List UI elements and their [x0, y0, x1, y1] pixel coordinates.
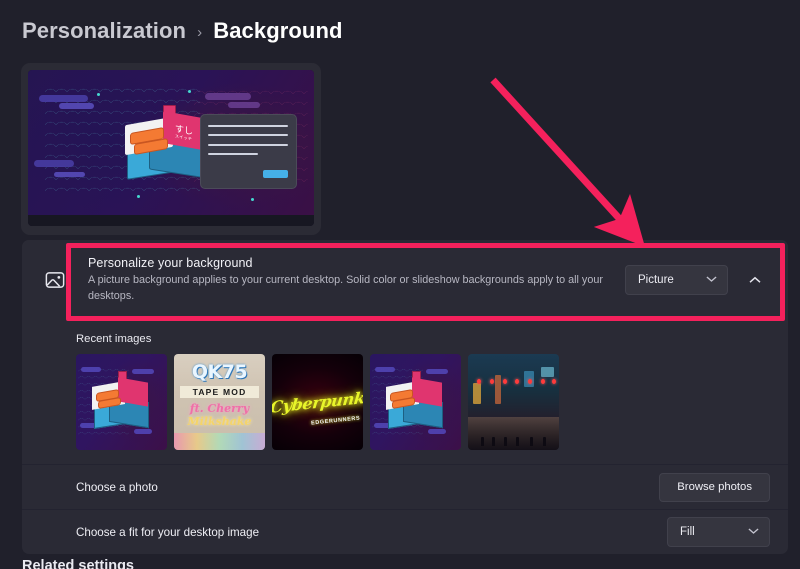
- choose-fit-row: Choose a fit for your desktop image Fill: [22, 509, 788, 554]
- cyberpunk-subtitle: EDGERUNNERS: [310, 415, 361, 427]
- lantern: [489, 378, 494, 384]
- personalize-background-row[interactable]: Personalize your background A picture ba…: [22, 240, 788, 320]
- thumbnail-cyberpunk[interactable]: Cyberpunk EDGERUNNERS: [272, 354, 363, 450]
- cyberpunk-title: Cyberpunk: [272, 387, 363, 417]
- choose-photo-row: Choose a photo Browse photos: [22, 464, 788, 509]
- qk75-color-stripe: [174, 432, 265, 450]
- lantern: [502, 378, 507, 384]
- wallpaper-cloud: [39, 94, 89, 102]
- wallpaper-cloud: [228, 101, 260, 108]
- preview-mock-window: [199, 113, 297, 189]
- city-person: [480, 437, 484, 446]
- preview-wallpaper: すし スイッチ: [28, 70, 314, 215]
- city-person: [516, 437, 520, 446]
- collapse-section-button[interactable]: [740, 265, 770, 295]
- city-street: [468, 417, 559, 450]
- picture-icon: [40, 265, 70, 295]
- thumb-keycap-art: [386, 371, 444, 431]
- lantern: [551, 378, 556, 384]
- annotation-arrow-icon: [490, 77, 645, 247]
- qk75-caption-line1: ft. Cherry: [189, 402, 250, 415]
- preview-screen: すし スイッチ: [28, 70, 314, 226]
- thumb-keycap-art: [92, 371, 150, 431]
- recent-images-row: Recent images QK75 TAPE MOD ft. Cherry M…: [22, 320, 788, 464]
- keycap-lid-right: [411, 376, 443, 407]
- city-person: [504, 437, 508, 446]
- breadcrumb-parent-link[interactable]: Personalization: [22, 18, 186, 44]
- city-sign: [473, 382, 481, 404]
- background-type-dropdown[interactable]: Picture: [625, 265, 728, 295]
- wallpaper-dot: [251, 197, 255, 201]
- lantern: [528, 378, 533, 384]
- personalize-description: A picture background applies to your cur…: [88, 274, 603, 302]
- wallpaper-cloud: [33, 159, 74, 168]
- mock-text-line: [208, 124, 289, 127]
- thumbnail-sushi-keycap-2[interactable]: [370, 354, 461, 450]
- background-type-value: Picture: [638, 274, 674, 286]
- personalize-title: Personalize your background: [88, 256, 253, 271]
- city-person: [542, 437, 546, 446]
- related-settings-heading: Related settings: [22, 558, 134, 569]
- lantern: [515, 378, 520, 384]
- thumbnail-neon-city[interactable]: [468, 354, 559, 450]
- wallpaper-sushi-keycap: すし スイッチ: [125, 104, 211, 180]
- thumbnail-qk75-tape-mod[interactable]: QK75 TAPE MOD ft. Cherry Milkshake: [174, 354, 265, 450]
- mock-text-line: [208, 134, 289, 137]
- wallpaper-dot: [136, 194, 140, 198]
- desktop-preview: すし スイッチ: [21, 63, 321, 235]
- mock-text-line: [208, 153, 258, 156]
- qk75-subtitle: TAPE MOD: [180, 386, 259, 398]
- preview-taskbar: [28, 215, 314, 226]
- recent-images-strip: QK75 TAPE MOD ft. Cherry Milkshake Cyber…: [76, 354, 770, 450]
- background-settings-card: Personalize your background A picture ba…: [22, 240, 788, 554]
- personalize-text-block: Personalize your background A picture ba…: [88, 256, 625, 304]
- thumbnail-sushi-keycap-1[interactable]: [76, 354, 167, 450]
- desktop-image-fit-dropdown[interactable]: Fill: [667, 517, 770, 547]
- chevron-down-icon: [748, 527, 759, 537]
- wallpaper-dot: [96, 93, 100, 97]
- keycap-lid-right: [117, 376, 149, 407]
- page-title: Background: [213, 18, 343, 43]
- choose-photo-label: Choose a photo: [76, 480, 158, 494]
- lantern: [540, 378, 545, 384]
- desktop-image-fit-value: Fill: [680, 526, 695, 538]
- mock-primary-button: [263, 169, 289, 179]
- city-person: [529, 437, 533, 446]
- qk75-title: QK75: [191, 361, 248, 383]
- wallpaper-cloud: [59, 103, 94, 110]
- city-person: [491, 437, 495, 446]
- chevron-down-icon: [706, 275, 717, 285]
- city-sign: [540, 367, 554, 378]
- qk75-caption-line2: Milkshake: [187, 414, 252, 428]
- browse-photos-button[interactable]: Browse photos: [659, 472, 770, 502]
- wallpaper-cloud: [53, 171, 86, 178]
- chevron-right-icon: ›: [197, 24, 203, 41]
- city-lantern-row: [468, 378, 559, 384]
- breadcrumb: Personalization › Background: [22, 18, 343, 44]
- recent-images-label: Recent images: [76, 333, 152, 345]
- choose-fit-label: Choose a fit for your desktop image: [76, 525, 260, 539]
- qk75-caption: ft. Cherry Milkshake: [187, 402, 252, 428]
- mock-text-line: [208, 143, 289, 146]
- wallpaper-cloud: [205, 93, 252, 101]
